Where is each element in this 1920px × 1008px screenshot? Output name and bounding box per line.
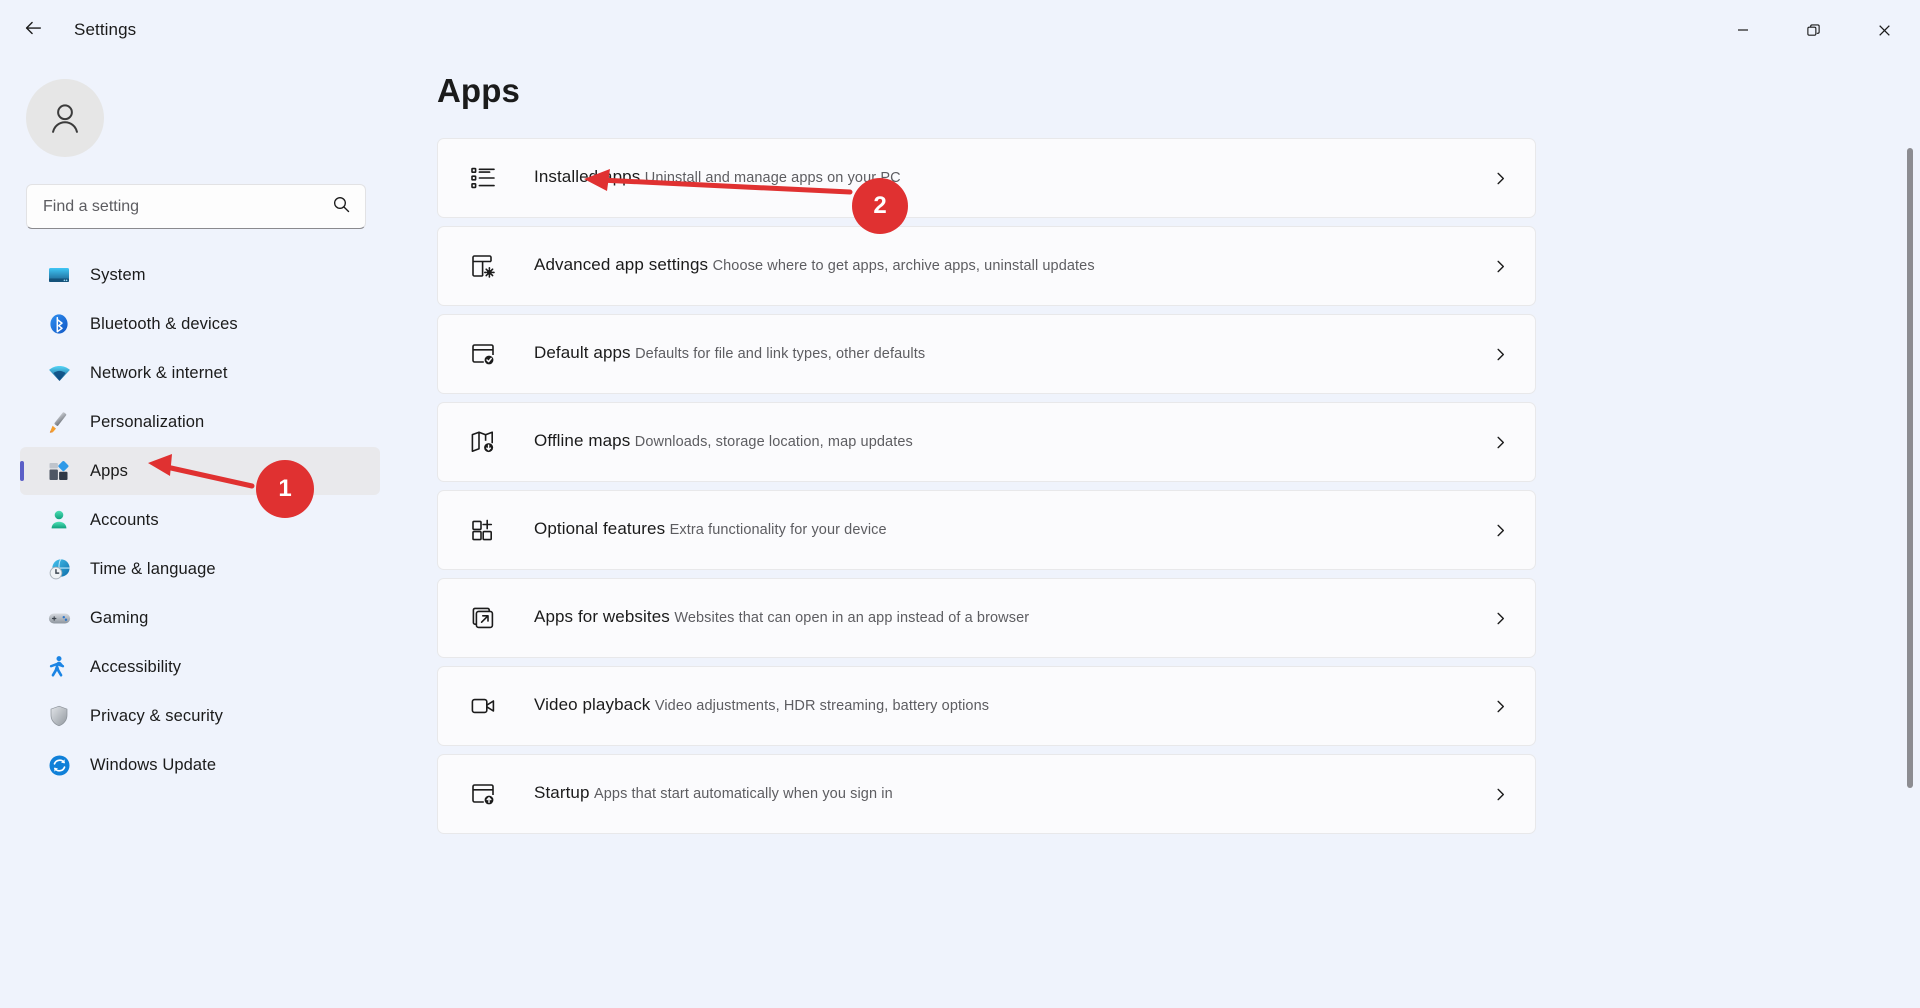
sidebar-item-label: Apps xyxy=(90,462,128,481)
restore-icon xyxy=(1806,23,1821,38)
window-title: Settings xyxy=(74,20,136,40)
chevron-right-icon xyxy=(1487,259,1513,274)
window-checkmark-icon xyxy=(466,337,500,371)
sidebar-item-accounts[interactable]: Accounts xyxy=(20,496,380,544)
back-button[interactable] xyxy=(10,10,56,50)
card-startup[interactable]: Startup Apps that start automatically wh… xyxy=(437,754,1536,834)
sidebar-item-gaming[interactable]: Gaming xyxy=(20,594,380,642)
sidebar: System Bluetooth & devices xyxy=(0,60,400,1008)
search-icon xyxy=(332,195,351,219)
sidebar-item-bluetooth-devices[interactable]: Bluetooth & devices xyxy=(20,300,380,348)
window-startup-icon xyxy=(466,777,500,811)
paintbrush-icon xyxy=(46,409,72,435)
card-subtitle: Choose where to get apps, archive apps, … xyxy=(713,258,1095,274)
sidebar-item-privacy-security[interactable]: Privacy & security xyxy=(20,692,380,740)
sidebar-item-label: Network & internet xyxy=(90,364,228,383)
tiles-plus-icon xyxy=(466,513,500,547)
gamepad-icon xyxy=(46,605,72,631)
chevron-right-icon xyxy=(1487,347,1513,362)
restore-button[interactable] xyxy=(1778,0,1849,60)
sidebar-item-label: Accounts xyxy=(90,511,159,530)
card-apps-for-websites[interactable]: Apps for websites Websites that can open… xyxy=(437,578,1536,658)
sidebar-item-personalization[interactable]: Personalization xyxy=(20,398,380,446)
sidebar-item-label: Windows Update xyxy=(90,756,216,775)
sidebar-item-windows-update[interactable]: Windows Update xyxy=(20,741,380,789)
person-icon xyxy=(46,507,72,533)
avatar[interactable] xyxy=(26,79,104,157)
sidebar-item-network-internet[interactable]: Network & internet xyxy=(20,349,380,397)
accessibility-person-icon xyxy=(46,654,72,680)
card-subtitle: Downloads, storage location, map updates xyxy=(635,434,913,450)
sidebar-item-time-language[interactable]: Time & language xyxy=(20,545,380,593)
system-monitor-icon xyxy=(46,262,72,288)
apps-tiles-icon xyxy=(46,458,72,484)
main-scrollbar[interactable] xyxy=(1907,148,1913,988)
close-icon xyxy=(1877,23,1892,38)
card-title: Optional features xyxy=(534,519,665,538)
card-title: Default apps xyxy=(534,343,631,362)
sidebar-item-apps[interactable]: Apps xyxy=(20,447,380,495)
card-installed-apps[interactable]: Installed apps Uninstall and manage apps… xyxy=(437,138,1536,218)
app-body: System Bluetooth & devices xyxy=(0,60,1920,1008)
chevron-right-icon xyxy=(1487,435,1513,450)
bluetooth-icon xyxy=(46,311,72,337)
shield-icon xyxy=(46,703,72,729)
sidebar-item-label: Time & language xyxy=(90,560,216,579)
chevron-right-icon xyxy=(1487,523,1513,538)
sidebar-item-label: Accessibility xyxy=(90,658,181,677)
card-subtitle: Apps that start automatically when you s… xyxy=(594,786,893,802)
chevron-right-icon xyxy=(1487,611,1513,626)
card-title: Video playback xyxy=(534,695,650,714)
card-title: Installed apps xyxy=(534,167,640,186)
card-advanced-app-settings[interactable]: Advanced app settings Choose where to ge… xyxy=(437,226,1536,306)
user-avatar-icon xyxy=(44,97,86,139)
card-offline-maps[interactable]: Offline maps Downloads, storage location… xyxy=(437,402,1536,482)
sidebar-item-label: Bluetooth & devices xyxy=(90,315,238,334)
sidebar-item-system[interactable]: System xyxy=(20,251,380,299)
card-title: Startup xyxy=(534,783,590,802)
card-title: Offline maps xyxy=(534,431,630,450)
card-default-apps[interactable]: Default apps Defaults for file and link … xyxy=(437,314,1536,394)
sidebar-item-accessibility[interactable]: Accessibility xyxy=(20,643,380,691)
card-optional-features[interactable]: Optional features Extra functionality fo… xyxy=(437,490,1536,570)
sidebar-item-label: Personalization xyxy=(90,413,204,432)
wifi-icon xyxy=(46,360,72,386)
title-bar: Settings xyxy=(0,0,1920,60)
search-box[interactable] xyxy=(26,184,366,229)
card-subtitle: Video adjustments, HDR streaming, batter… xyxy=(655,698,989,714)
sidebar-item-label: System xyxy=(90,266,146,285)
refresh-sync-icon xyxy=(46,752,72,778)
scrollbar-thumb[interactable] xyxy=(1907,148,1913,788)
card-subtitle: Uninstall and manage apps on your PC xyxy=(645,170,901,186)
sidebar-nav: System Bluetooth & devices xyxy=(0,251,400,789)
sidebar-item-label: Privacy & security xyxy=(90,707,223,726)
video-camera-icon xyxy=(466,689,500,723)
app-grid-gear-icon xyxy=(466,249,500,283)
search-input[interactable] xyxy=(43,198,332,216)
chevron-right-icon xyxy=(1487,787,1513,802)
window-controls xyxy=(1707,0,1920,60)
card-subtitle: Defaults for file and link types, other … xyxy=(635,346,925,362)
card-subtitle: Extra functionality for your device xyxy=(670,522,887,538)
minimize-button[interactable] xyxy=(1707,0,1778,60)
bulleted-list-icon xyxy=(466,161,500,195)
back-arrow-icon xyxy=(22,17,44,44)
card-title: Advanced app settings xyxy=(534,255,708,274)
card-video-playback[interactable]: Video playback Video adjustments, HDR st… xyxy=(437,666,1536,746)
avatar-wrapper xyxy=(26,79,400,157)
card-subtitle: Websites that can open in an app instead… xyxy=(674,610,1029,626)
page-title: Apps xyxy=(437,72,1536,110)
card-title: Apps for websites xyxy=(534,607,670,626)
close-button[interactable] xyxy=(1849,0,1920,60)
main-content: Apps Installed apps Uninstall and mana xyxy=(400,60,1920,1008)
chevron-right-icon xyxy=(1487,171,1513,186)
external-link-icon xyxy=(466,601,500,635)
sidebar-item-label: Gaming xyxy=(90,609,148,628)
clock-globe-icon xyxy=(46,556,72,582)
minimize-icon xyxy=(1736,23,1750,37)
chevron-right-icon xyxy=(1487,699,1513,714)
map-download-icon xyxy=(466,425,500,459)
